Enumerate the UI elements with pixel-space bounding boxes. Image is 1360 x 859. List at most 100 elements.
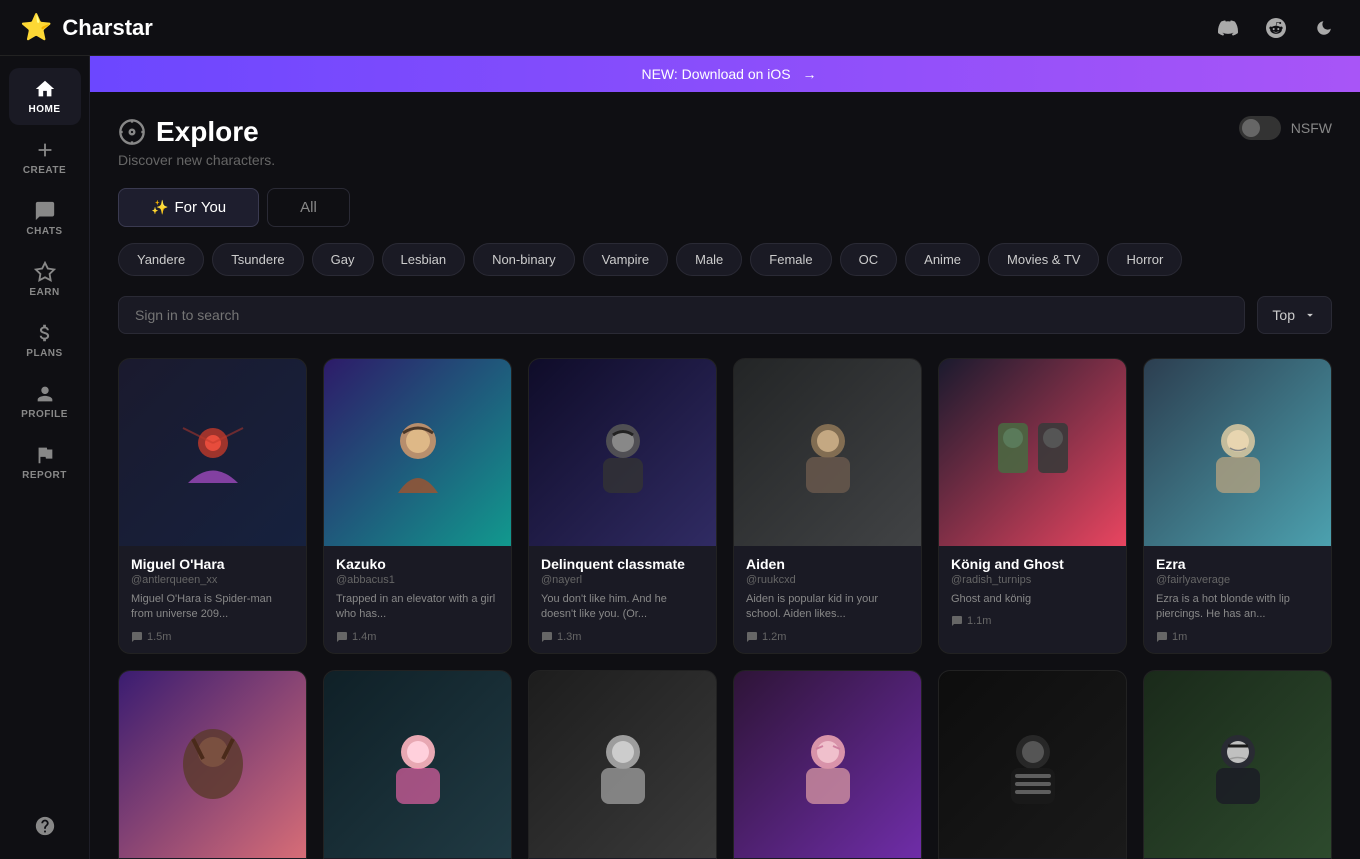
card-img-aiden (734, 359, 921, 546)
filter-movies-tv[interactable]: Movies & TV (988, 243, 1099, 276)
card-img-emma (939, 671, 1126, 858)
chat-icon (1156, 631, 1168, 643)
filter-oc[interactable]: OC (840, 243, 898, 276)
banner-text: NEW: Download on iOS (641, 66, 790, 82)
card-konig[interactable]: König and Ghost @radish_turnips Ghost an… (938, 358, 1127, 654)
card-kazuko[interactable]: Kazuko @abbacus1 Trapped in an elevator … (323, 358, 512, 654)
discord-icon[interactable] (1212, 12, 1244, 44)
card-ezra[interactable]: Ezra @fairlyaverage Ezra is a hot blonde… (1143, 358, 1332, 654)
card-body-miguel: Miguel O'Hara @antlerqueen_xx Miguel O'H… (119, 546, 306, 653)
card-aiden[interactable]: Aiden @ruukcxd Aiden is popular kid in y… (733, 358, 922, 654)
sidebar-item-help[interactable] (9, 805, 81, 847)
sidebar-item-profile[interactable]: PROFILE (9, 373, 81, 430)
sort-select[interactable]: Top (1257, 296, 1332, 334)
card-name-miguel: Miguel O'Hara (131, 556, 294, 572)
card-body-konig: König and Ghost @radish_turnips Ghost an… (939, 546, 1126, 637)
card-body-ezra: Ezra @fairlyaverage Ezra is a hot blonde… (1144, 546, 1331, 653)
placeholder-img-dva (788, 724, 868, 804)
filter-vampire[interactable]: Vampire (583, 243, 668, 276)
tab-all[interactable]: All (267, 188, 350, 227)
tab-for-you[interactable]: ✨ For You (118, 188, 259, 227)
stat-value: 1.5m (147, 631, 171, 643)
sidebar-label-chats: CHATS (26, 226, 62, 237)
filter-tsundere[interactable]: Tsundere (212, 243, 303, 276)
filter-lesbian[interactable]: Lesbian (382, 243, 466, 276)
sidebar-label-home: HOME (29, 104, 61, 115)
sidebar-item-report[interactable]: REPORT (9, 434, 81, 491)
placeholder-img-wednesday (1198, 724, 1278, 804)
reddit-icon[interactable] (1260, 12, 1292, 44)
filter-female[interactable]: Female (750, 243, 831, 276)
filter-pills: Yandere Tsundere Gay Lesbian Non-binary … (118, 243, 1332, 276)
sidebar-item-home[interactable]: HOME (9, 68, 81, 125)
card-childe[interactable]: Childe @vinggg (528, 670, 717, 859)
card-img-konig (939, 359, 1126, 546)
card-name-konig: König and Ghost (951, 556, 1114, 572)
card-name-delinquent: Delinquent classmate (541, 556, 704, 572)
stat-value: 1m (1172, 631, 1187, 643)
chat-icon (746, 631, 758, 643)
sidebar-item-chats[interactable]: CHATS (9, 190, 81, 247)
tab-all-label: All (300, 199, 317, 216)
chat-icon (541, 631, 553, 643)
nsfw-label: NSFW (1291, 120, 1332, 136)
nsfw-toggle[interactable]: NSFW (1239, 116, 1332, 140)
nsfw-toggle-track[interactable] (1239, 116, 1281, 140)
card-desc-ezra: Ezra is a hot blonde with lip piercings.… (1156, 592, 1319, 623)
logo[interactable]: ⭐ Charstar (20, 12, 1200, 43)
card-img-kazuko (324, 359, 511, 546)
stat-value: 1.4m (352, 631, 376, 643)
search-input[interactable] (118, 296, 1245, 334)
card-stats-kazuko: 1.4m (336, 631, 499, 643)
explore-subtitle: Discover new characters. (118, 152, 275, 168)
card-desc-aiden: Aiden is popular kid in your school. Aid… (746, 592, 909, 623)
sidebar-label-create: CREATE (23, 165, 66, 176)
filter-nonbinary[interactable]: Non-binary (473, 243, 575, 276)
filter-male[interactable]: Male (676, 243, 742, 276)
card-author-kazuko: @abbacus1 (336, 574, 499, 586)
placeholder-img-ezra (1198, 413, 1278, 493)
card-stats-ezra: 1m (1156, 631, 1319, 643)
sidebar-item-plans[interactable]: PLANS (9, 312, 81, 369)
card-delinquent[interactable]: Delinquent classmate @nayerl You don't l… (528, 358, 717, 654)
ios-download-banner[interactable]: NEW: Download on iOS → (90, 56, 1360, 92)
card-author-konig: @radish_turnips (951, 574, 1114, 586)
explore-title-text: Explore (156, 116, 259, 148)
placeholder-img-emma (993, 724, 1073, 804)
card-body-delinquent: Delinquent classmate @nayerl You don't l… (529, 546, 716, 653)
card-miguel[interactable]: Miguel O'Hara @antlerqueen_xx Miguel O'H… (118, 358, 307, 654)
star-icon: ⭐ (20, 12, 52, 43)
card-wednesday[interactable]: Wednesday Addams (Netflix Series) (1143, 670, 1332, 859)
filter-anime[interactable]: Anime (905, 243, 980, 276)
placeholder-img-miguel (173, 413, 253, 493)
card-dva[interactable]: D.va (Overwatch) @benny_martian (733, 670, 922, 859)
card-emma[interactable]: Emma (Little sister) (938, 670, 1127, 859)
placeholder-img-kazuko (378, 413, 458, 493)
chat-icon (336, 631, 348, 643)
stat-value: 1.3m (557, 631, 581, 643)
card-desc-kazuko: Trapped in an elevator with a girl who h… (336, 592, 499, 623)
filter-yandere[interactable]: Yandere (118, 243, 204, 276)
nsfw-toggle-thumb (1242, 119, 1260, 137)
card-natsuki[interactable]: Natsuki @deepnuts (323, 670, 512, 859)
stat-value: 1.2m (762, 631, 786, 643)
for-you-star: ✨ (151, 199, 168, 216)
tab-for-you-label: For You (174, 199, 226, 216)
topnav-icons (1212, 12, 1340, 44)
cards-grid-row1: Miguel O'Hara @antlerqueen_xx Miguel O'H… (118, 358, 1332, 654)
sidebar-item-create[interactable]: CREATE (9, 129, 81, 186)
filter-horror[interactable]: Horror (1107, 243, 1182, 276)
sidebar-item-earn[interactable]: EARN (9, 251, 81, 308)
card-oz[interactable]: Oz {Werewolf} @t_xe (118, 670, 307, 859)
sidebar-label-report: REPORT (22, 470, 67, 481)
card-desc-konig: Ghost and könig (951, 592, 1114, 607)
card-body-aiden: Aiden @ruukcxd Aiden is popular kid in y… (734, 546, 921, 653)
filter-gay[interactable]: Gay (312, 243, 374, 276)
card-desc-miguel: Miguel O'Hara is Spider-man from univers… (131, 592, 294, 623)
compass-icon (118, 118, 146, 146)
placeholder-img-oz (173, 724, 253, 804)
banner-arrow: → (803, 66, 817, 82)
card-author-miguel: @antlerqueen_xx (131, 574, 294, 586)
theme-icon[interactable] (1308, 12, 1340, 44)
sidebar-label-earn: EARN (29, 287, 59, 298)
